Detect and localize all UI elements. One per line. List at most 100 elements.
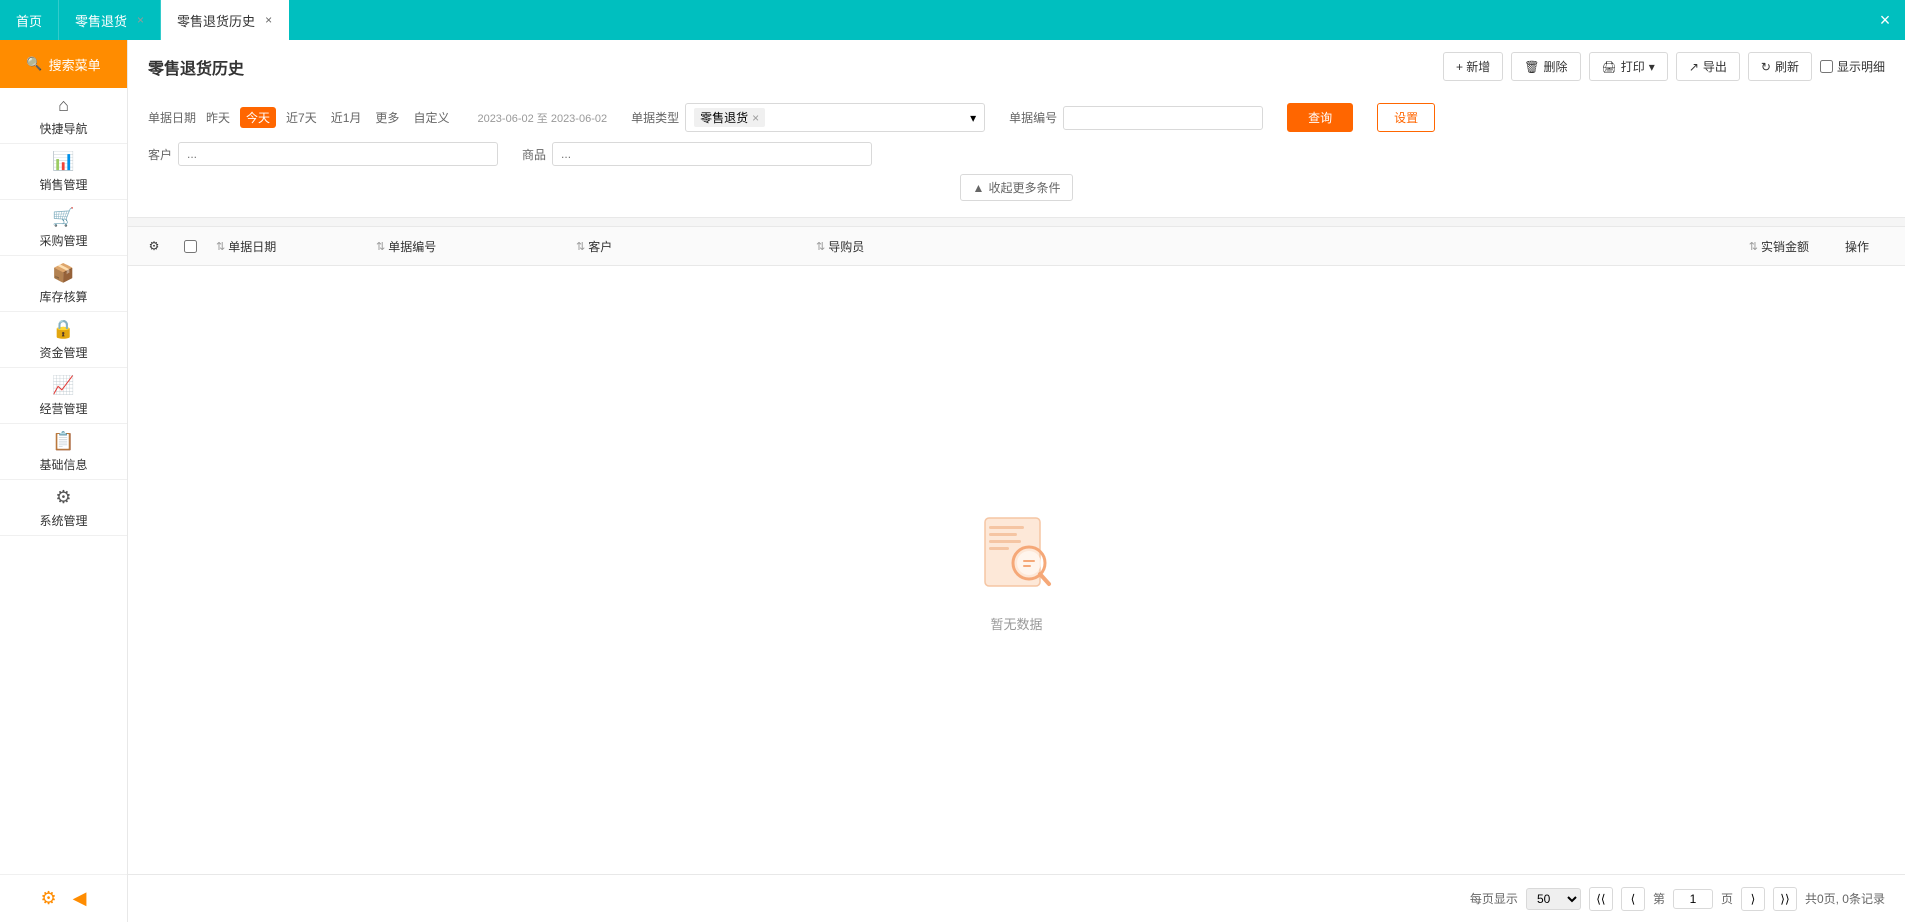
tab-close-history[interactable]: × [265,13,272,27]
th-date[interactable]: ⇅ 单据日期 [208,238,368,255]
page-input[interactable] [1673,889,1713,909]
sidebar-item-sales[interactable]: 📊 销售管理 [0,144,127,200]
first-page-button[interactable]: ⟨⟨ [1589,887,1613,911]
print-icon: 🖨 [1602,60,1617,74]
customer-input[interactable] [178,142,498,166]
sidebar-search[interactable]: 🔍 搜索菜单 [0,40,127,88]
search-icon: 🔍 [26,56,42,72]
sort-icon-amount: ⇅ [1749,240,1758,253]
sidebar-bottom: ⚙ ◀ [0,874,127,922]
query-button[interactable]: 查询 [1287,103,1353,132]
tab-home[interactable]: 首页 [0,0,59,40]
show-detail-checkbox-label[interactable]: 显示明细 [1820,58,1885,75]
type-select[interactable]: 零售退货 × ▾ [685,103,985,132]
settings-column-icon: ⚙ [149,239,160,253]
sidebar-item-label: 系统管理 [39,512,87,529]
settings-button[interactable]: 设置 [1377,103,1435,132]
sidebar-item-basic-info[interactable]: 📋 基础信息 [0,424,127,480]
sidebar-item-system[interactable]: ⚙ 系统管理 [0,480,127,536]
filter-date: 单据日期 昨天 今天 近7天 近1月 更多 自定义 [148,107,453,128]
per-page-select[interactable]: 50 10 20 100 [1526,888,1581,910]
content-area: 零售退货历史 + 新增 🗑 删除 🖨 打印 ▾ ↗ [128,40,1905,922]
refresh-button[interactable]: ↻ 刷新 [1748,52,1812,81]
filter-number: 单据编号 [1009,106,1263,130]
sidebar-item-label: 销售管理 [39,176,87,193]
table-container: ⚙ ⇅ 单据日期 ⇅ 单据编号 ⇅ 客户 ⇅ [128,226,1905,874]
collapse-filter-button[interactable]: ▲ 收起更多条件 [960,174,1074,201]
th-guide[interactable]: ⇅ 导购员 [808,238,988,255]
show-detail-checkbox[interactable] [1820,60,1833,73]
print-button[interactable]: 🖨 打印 ▾ [1589,52,1668,81]
window-close-button[interactable]: × [1865,0,1905,40]
shortcut-custom[interactable]: 自定义 [409,107,453,128]
th-check[interactable] [172,240,208,253]
tab-retail-return[interactable]: 零售退货 × [59,0,161,40]
sidebar-item-purchase[interactable]: 🛒 采购管理 [0,200,127,256]
print-dropdown-icon: ▾ [1649,60,1655,74]
number-input[interactable] [1063,106,1263,130]
empty-state: 暂无数据 [128,266,1905,874]
toolbar: + 新增 🗑 删除 🖨 打印 ▾ ↗ 导出 [1443,52,1885,81]
shortcut-7days[interactable]: 近7天 [282,107,321,128]
shortcut-more[interactable]: 更多 [371,107,403,128]
type-filter-label: 单据类型 [631,109,679,126]
inventory-icon: 📦 [52,263,74,284]
filter-area: 单据日期 昨天 今天 近7天 近1月 更多 自定义 2023-06-02 至 2… [148,93,1885,217]
th-action: 操作 [1817,238,1897,255]
th-amount[interactable]: ⇅ 实销金额 [988,238,1817,255]
goods-input[interactable] [552,142,872,166]
th-customer[interactable]: ⇅ 客户 [568,238,808,255]
shortcut-1month[interactable]: 近1月 [327,107,366,128]
date-range-value: 2023-06-02 至 2023-06-02 [477,110,607,126]
sidebar-item-operations[interactable]: 📈 经营管理 [0,368,127,424]
total-label: 共0页, 0条记录 [1805,890,1885,907]
basic-info-icon: 📋 [52,431,74,452]
export-button[interactable]: ↗ 导出 [1676,52,1740,81]
filter-row-1: 单据日期 昨天 今天 近7天 近1月 更多 自定义 2023-06-02 至 2… [148,103,1885,132]
page-prefix-label: 第 [1653,890,1665,907]
sort-icon-customer: ⇅ [576,240,585,253]
page-title-row: 零售退货历史 + 新增 🗑 删除 🖨 打印 ▾ ↗ [148,52,1885,81]
sidebar-item-label: 采购管理 [39,232,87,249]
sidebar-search-label: 搜索菜单 [49,55,101,74]
sidebar-item-label: 经营管理 [39,400,87,417]
last-page-button[interactable]: ⟩⟩ [1773,887,1797,911]
th-settings[interactable]: ⚙ [136,239,172,253]
shortcut-today[interactable]: 今天 [240,107,276,128]
sidebar-item-label: 库存核算 [39,288,87,305]
customer-filter-label: 客户 [148,146,172,163]
delete-button[interactable]: 🗑 删除 [1511,52,1580,81]
type-tag-close[interactable]: × [752,111,759,125]
tab-close-retail-return[interactable]: × [137,13,144,27]
top-bar: 首页 零售退货 × 零售退货历史 × × [0,0,1905,40]
purchase-icon: 🛒 [52,207,74,228]
sort-icon-number: ⇅ [376,240,385,253]
tab-retail-return-history[interactable]: 零售退货历史 × [161,0,289,40]
page-title: 零售退货历史 [148,55,244,79]
th-number[interactable]: ⇅ 单据编号 [368,238,568,255]
sidebar-item-finance[interactable]: 🔒 资金管理 [0,312,127,368]
new-button[interactable]: + 新增 [1443,52,1503,81]
prev-page-button[interactable]: ⟨ [1621,887,1645,911]
sidebar-item-quick-nav[interactable]: ⌂ 快捷导航 [0,88,127,144]
filter-goods: 商品 [522,142,872,166]
pagination: 每页显示 50 10 20 100 ⟨⟨ ⟨ 第 页 ⟩ ⟩⟩ 共0页, 0条记… [128,874,1905,922]
next-page-button[interactable]: ⟩ [1741,887,1765,911]
sidebar-item-label: 快捷导航 [39,120,87,137]
home-icon: ⌂ [58,95,69,116]
page-header: 零售退货历史 + 新增 🗑 删除 🖨 打印 ▾ ↗ [128,40,1905,218]
empty-text: 暂无数据 [990,614,1042,633]
select-all-checkbox[interactable] [184,240,197,253]
empty-icon [967,508,1067,598]
sort-icon-date: ⇅ [216,240,225,253]
date-shortcuts: 昨天 今天 近7天 近1月 更多 自定义 [202,107,453,128]
sidebar-item-inventory[interactable]: 📦 库存核算 [0,256,127,312]
main-layout: 🔍 搜索菜单 ⌂ 快捷导航 📊 销售管理 🛒 采购管理 📦 库存核算 🔒 资金管… [0,40,1905,922]
sidebar-item-label: 基础信息 [39,456,87,473]
sort-icon-guide: ⇅ [816,240,825,253]
shortcut-yesterday[interactable]: 昨天 [202,107,234,128]
table-header: ⚙ ⇅ 单据日期 ⇅ 单据编号 ⇅ 客户 ⇅ [128,226,1905,266]
refresh-icon: ↻ [1761,60,1771,74]
collapse-sidebar-icon[interactable]: ◀ [73,888,87,909]
settings-bottom-icon[interactable]: ⚙ [41,888,57,909]
